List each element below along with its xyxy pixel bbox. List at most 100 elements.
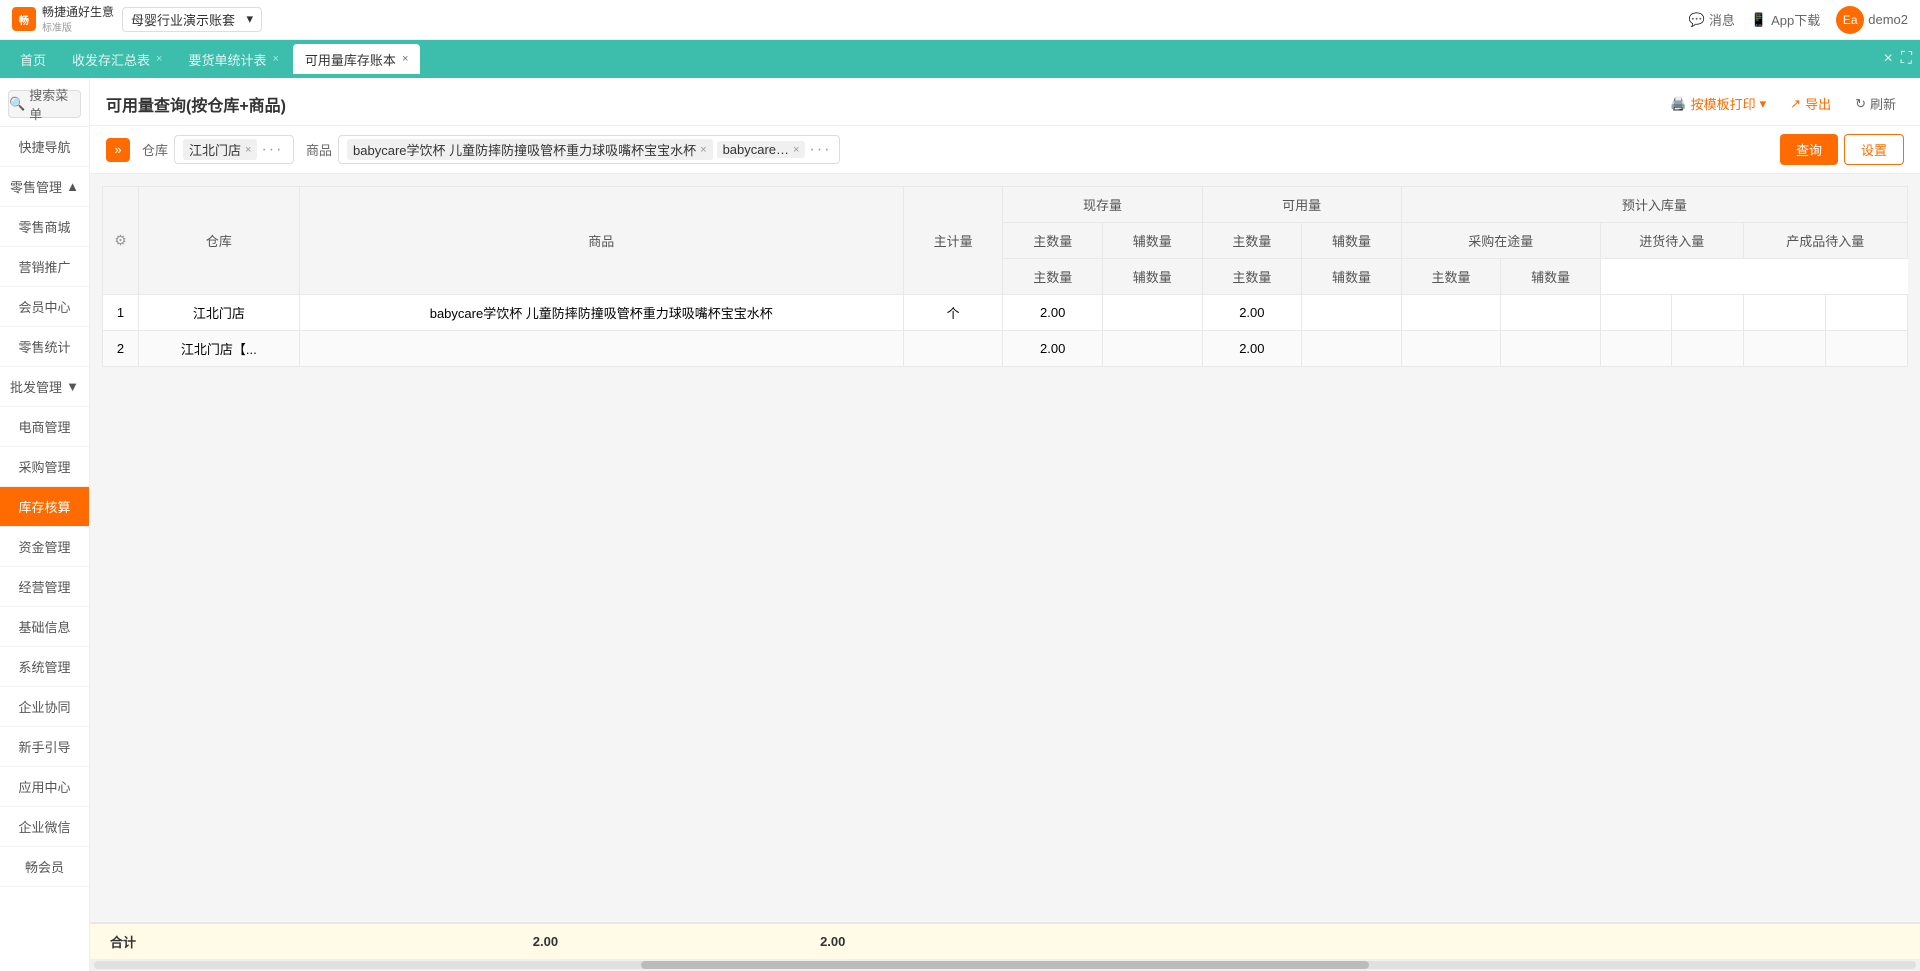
warehouse-tag-value: 江北门店 bbox=[189, 140, 241, 159]
footer-unit bbox=[330, 934, 474, 949]
tab-receivable-close[interactable]: × bbox=[156, 53, 162, 65]
main-layout: 🔍 搜索菜单 快捷导航 零售管理 ▲ 零售商城 营销推广 会员中心 零售统计 批… bbox=[0, 78, 1920, 971]
horizontal-scrollbar[interactable] bbox=[90, 959, 1920, 971]
logo-icon: 畅 bbox=[12, 7, 36, 31]
page-title: 可用量查询(按仓库+商品) bbox=[106, 92, 286, 116]
industry-label: 母婴行业演示账套 bbox=[131, 10, 235, 29]
footer-prod-aux bbox=[1766, 934, 1910, 949]
td-prod-main-1 bbox=[1743, 295, 1825, 331]
print-template-button[interactable]: 🖨️ 按模板打印 ▾ bbox=[1662, 90, 1774, 117]
sidebar-item-inventory[interactable]: 库存核算 bbox=[0, 487, 89, 527]
tab-available-stock-close[interactable]: × bbox=[402, 53, 408, 65]
filter-toggle-button[interactable]: » bbox=[106, 138, 130, 162]
chevron-down-icon: ▼ bbox=[66, 379, 79, 394]
tab-close-all-button[interactable]: × bbox=[1883, 50, 1892, 68]
td-pt-aux-1 bbox=[1501, 295, 1601, 331]
sidebar-search-area: 🔍 搜索菜单 bbox=[0, 82, 89, 127]
gear-icon[interactable]: ⚙ bbox=[114, 232, 127, 248]
chevron-down-icon: ▾ bbox=[246, 11, 253, 27]
td-curr-main-1: 2.00 bbox=[1003, 295, 1103, 331]
sidebar-item-member-card[interactable]: 畅会员 bbox=[0, 847, 89, 887]
warehouse-filter-label: 仓库 bbox=[142, 140, 168, 159]
td-curr-aux-1 bbox=[1103, 295, 1203, 331]
sidebar-item-quicknav-label: 快捷导航 bbox=[18, 140, 70, 155]
td-in-aux-2 bbox=[1672, 331, 1743, 367]
product-filter-field: 商品 babycare学饮杯 儿童防摔防撞吸管杯重力球吸嘴杯宝宝水杯 × bab… bbox=[306, 135, 840, 164]
table-footer: 合计 2.00 2.00 bbox=[90, 922, 1920, 959]
td-pt-aux-2 bbox=[1501, 331, 1601, 367]
tab-available-stock[interactable]: 可用量库存账本 × bbox=[293, 44, 420, 74]
sidebar-item-basic-info[interactable]: 基础信息 bbox=[0, 607, 89, 647]
avatar: Ea bbox=[1836, 6, 1864, 34]
product-filter-more-dots[interactable]: ··· bbox=[809, 141, 831, 159]
th-in-main: 主数量 bbox=[1202, 259, 1302, 295]
sidebar-item-ops-mgmt[interactable]: 经营管理 bbox=[0, 567, 89, 607]
td-index-1: 1 bbox=[103, 295, 139, 331]
th-pt-main: 主数量 bbox=[1003, 259, 1103, 295]
sidebar-item-app-center[interactable]: 应用中心 bbox=[0, 767, 89, 807]
tab-expand-button[interactable]: ⛶ bbox=[1901, 50, 1912, 68]
td-avail-main-1: 2.00 bbox=[1202, 295, 1302, 331]
th-production-pending: 产成品待入量 bbox=[1743, 223, 1907, 259]
footer-in-main bbox=[1335, 934, 1479, 949]
sidebar-item-purchase-mgmt-label: 采购管理 bbox=[18, 460, 70, 475]
sidebar-item-retail-mall[interactable]: 零售商城 bbox=[0, 207, 89, 247]
th-in-aux: 辅数量 bbox=[1302, 259, 1402, 295]
footer-available-aux bbox=[905, 934, 1049, 949]
user-profile[interactable]: Ea demo2 bbox=[1836, 6, 1908, 34]
footer-prod-main bbox=[1623, 934, 1767, 949]
sidebar-item-member[interactable]: 会员中心 bbox=[0, 287, 89, 327]
sidebar-item-retail-stats-label: 零售统计 bbox=[18, 340, 70, 355]
sidebar-item-enterprise[interactable]: 企业协同 bbox=[0, 687, 89, 727]
product-filter-label: 商品 bbox=[306, 140, 332, 159]
sidebar-item-enterprise-wx[interactable]: 企业微信 bbox=[0, 807, 89, 847]
sidebar-item-retail-stats[interactable]: 零售统计 bbox=[0, 327, 89, 367]
tab-home[interactable]: 首页 bbox=[8, 44, 58, 74]
product-tag-2-remove[interactable]: × bbox=[793, 144, 799, 156]
td-prod-aux-1 bbox=[1825, 295, 1907, 331]
product-filter-input[interactable]: babycare学饮杯 儿童防摔防撞吸管杯重力球吸嘴杯宝宝水杯 × babyca… bbox=[338, 135, 840, 164]
logo: 畅 畅捷通好生意 标准版 bbox=[12, 5, 114, 34]
sidebar-item-wholesale-mgmt[interactable]: 批发管理 ▼ bbox=[0, 367, 89, 407]
scrollbar-thumb[interactable] bbox=[641, 961, 1370, 969]
tab-order-stats[interactable]: 要货单统计表 × bbox=[176, 44, 290, 74]
logo-text-group: 畅捷通好生意 标准版 bbox=[42, 5, 114, 34]
query-button[interactable]: 查询 bbox=[1780, 134, 1838, 165]
sidebar-item-new-guide[interactable]: 新手引导 bbox=[0, 727, 89, 767]
warehouse-tag-remove[interactable]: × bbox=[245, 144, 251, 156]
th-incoming: 进货待入量 bbox=[1600, 223, 1743, 259]
tab-order-stats-close[interactable]: × bbox=[272, 53, 278, 65]
sidebar-item-new-guide-label: 新手引导 bbox=[18, 740, 70, 755]
sidebar-item-sys-mgmt[interactable]: 系统管理 bbox=[0, 647, 89, 687]
tab-receivable[interactable]: 收发存汇总表 × bbox=[60, 44, 174, 74]
search-menu-label: 搜索菜单 bbox=[29, 85, 80, 123]
product-tag-1-remove[interactable]: × bbox=[700, 144, 706, 156]
th-product: 商品 bbox=[299, 187, 903, 295]
sidebar-item-marketing[interactable]: 营销推广 bbox=[0, 247, 89, 287]
search-menu-button[interactable]: 🔍 搜索菜单 bbox=[8, 90, 81, 118]
td-in-main-2 bbox=[1600, 331, 1671, 367]
sidebar-item-ecom-mgmt-label: 电商管理 bbox=[18, 420, 70, 435]
refresh-button[interactable]: ↻ 刷新 bbox=[1847, 90, 1904, 117]
sidebar-item-retail-mgmt[interactable]: 零售管理 ▲ bbox=[0, 167, 89, 207]
sidebar-item-finance-mgmt[interactable]: 资金管理 bbox=[0, 527, 89, 567]
app-download-button[interactable]: 📱 App下载 bbox=[1751, 10, 1820, 29]
table-area: ⚙ 仓库 商品 主计量 现存量 可用量 预计入库量 主数量 辅数量 主数量 辅数… bbox=[90, 174, 1920, 922]
settings-button[interactable]: 设置 bbox=[1844, 134, 1904, 165]
message-button[interactable]: 💬 消息 bbox=[1689, 10, 1735, 29]
sidebar-item-quicknav[interactable]: 快捷导航 bbox=[0, 127, 89, 167]
export-button[interactable]: ↗ 导出 bbox=[1782, 90, 1839, 117]
message-icon: 💬 bbox=[1689, 12, 1705, 28]
sidebar: 🔍 搜索菜单 快捷导航 零售管理 ▲ 零售商城 营销推广 会员中心 零售统计 批… bbox=[0, 78, 90, 971]
sidebar-item-purchase-mgmt[interactable]: 采购管理 bbox=[0, 447, 89, 487]
td-pt-main-1 bbox=[1401, 295, 1501, 331]
td-avail-aux-2 bbox=[1302, 331, 1402, 367]
page-actions: 🖨️ 按模板打印 ▾ ↗ 导出 ↻ 刷新 bbox=[1662, 90, 1904, 117]
th-current-aux: 辅数量 bbox=[1103, 223, 1203, 259]
td-curr-aux-2 bbox=[1103, 331, 1203, 367]
filter-more-dots[interactable]: ··· bbox=[261, 141, 283, 159]
sidebar-item-ecom-mgmt[interactable]: 电商管理 bbox=[0, 407, 89, 447]
industry-selector[interactable]: 母婴行业演示账套 ▾ bbox=[122, 7, 262, 32]
warehouse-filter-input[interactable]: 江北门店 × ··· bbox=[174, 135, 294, 164]
td-unit-1: 个 bbox=[903, 295, 1003, 331]
